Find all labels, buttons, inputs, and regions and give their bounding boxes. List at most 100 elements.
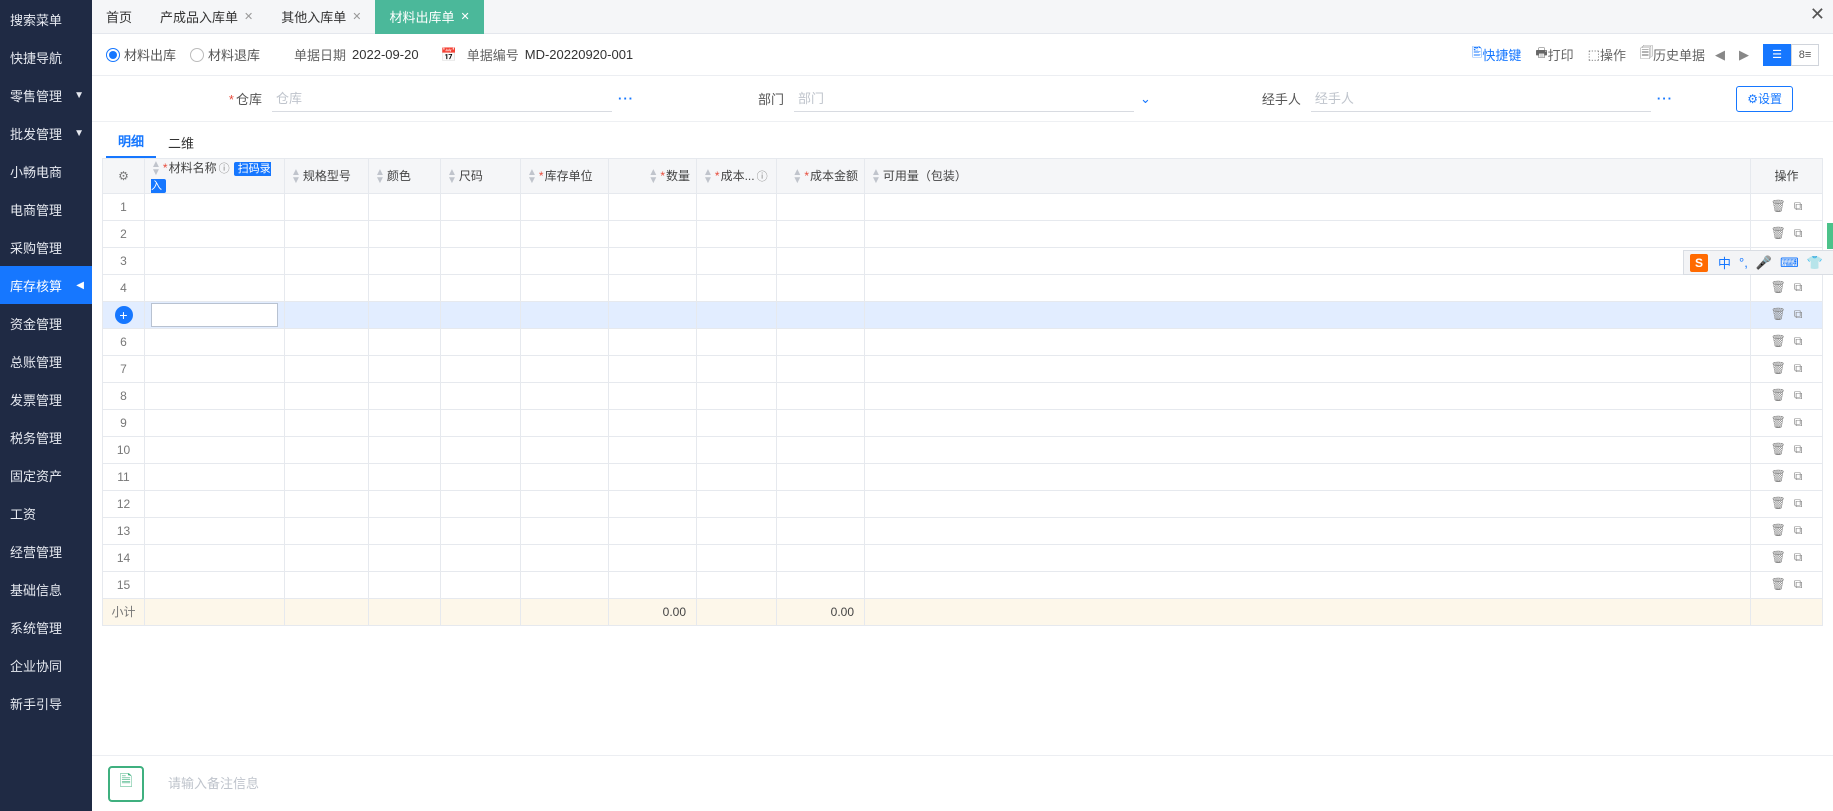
col-cost-amount[interactable]: ▲▼*成本金额 [777, 159, 865, 194]
insert-row-icon[interactable]: ⧉ [1794, 496, 1803, 511]
table-row[interactable]: 6🗑⧉ [103, 328, 1823, 355]
sidebar-item-6[interactable]: 采购管理 [0, 228, 92, 266]
insert-row-icon[interactable]: ⧉ [1794, 469, 1803, 484]
print-button[interactable]: 🖶 打印 [1535, 44, 1573, 66]
sidebar-item-13[interactable]: 工资 [0, 494, 92, 532]
insert-row-icon[interactable]: ⧉ [1794, 523, 1803, 538]
tab-close-icon[interactable]: ✕ [352, 10, 361, 23]
department-input[interactable] [794, 86, 1134, 112]
settings-button[interactable]: ⚙ 设置 [1736, 86, 1793, 112]
delete-row-icon[interactable]: 🗑 [1771, 280, 1786, 295]
operate-button[interactable]: ⬚ 操作 [1588, 45, 1626, 64]
float-handle[interactable] [1827, 223, 1833, 249]
delete-row-icon[interactable]: 🗑 [1771, 361, 1786, 376]
sidebar-item-10[interactable]: 发票管理 [0, 380, 92, 418]
insert-row-icon[interactable]: ⧉ [1794, 361, 1803, 376]
sidebar-item-7[interactable]: 库存核算◀ [0, 266, 92, 304]
table-row[interactable]: 10🗑⧉ [103, 436, 1823, 463]
view-list-icon[interactable]: ☰ [1763, 44, 1791, 66]
sidebar-item-17[interactable]: 企业协同 [0, 646, 92, 684]
delete-row-icon[interactable]: 🗑 [1771, 469, 1786, 484]
sidebar-item-14[interactable]: 经营管理 [0, 532, 92, 570]
warehouse-input[interactable] [272, 86, 612, 112]
sidebar-item-9[interactable]: 总账管理 [0, 342, 92, 380]
department-dropdown-icon[interactable]: ⌄ [1140, 91, 1151, 107]
sidebar-item-4[interactable]: 小畅电商 [0, 152, 92, 190]
delete-row-icon[interactable]: 🗑 [1771, 199, 1786, 214]
delete-row-icon[interactable]: 🗑 [1771, 577, 1786, 592]
col-available[interactable]: ▲▼可用量（包装） [865, 159, 1751, 194]
delete-row-icon[interactable]: 🗑 [1771, 334, 1786, 349]
warehouse-more-icon[interactable]: ··· [618, 91, 634, 106]
tab-2[interactable]: 其他入库单✕ [267, 0, 375, 34]
insert-row-icon[interactable]: ⧉ [1794, 388, 1803, 403]
tab-close-icon[interactable]: ✕ [244, 10, 253, 23]
pager-prev-icon[interactable]: ◀ [1711, 46, 1729, 64]
view-card-icon[interactable]: 8≡ [1791, 44, 1819, 66]
insert-row-icon[interactable]: ⧉ [1794, 307, 1803, 322]
note-icon[interactable]: 🗎 [108, 766, 144, 802]
delete-row-icon[interactable]: 🗑 [1771, 523, 1786, 538]
delete-row-icon[interactable]: 🗑 [1771, 307, 1786, 322]
table-row[interactable]: 1🗑⧉ [103, 193, 1823, 220]
insert-row-icon[interactable]: ⧉ [1794, 280, 1803, 295]
insert-row-icon[interactable]: ⧉ [1794, 415, 1803, 430]
ime-mic-icon[interactable]: 🎤 [1756, 255, 1772, 271]
table-row[interactable]: 7🗑⧉ [103, 355, 1823, 382]
col-cost[interactable]: ▲▼*成本...ⓘ [697, 159, 777, 194]
insert-row-icon[interactable]: ⧉ [1794, 199, 1803, 214]
table-row[interactable]: 11🗑⧉ [103, 463, 1823, 490]
insert-row-icon[interactable]: ⧉ [1794, 226, 1803, 241]
table-row[interactable]: 15🗑⧉ [103, 571, 1823, 598]
subtab-detail[interactable]: 明细 [106, 125, 156, 158]
sidebar-item-2[interactable]: 零售管理▼ [0, 76, 92, 114]
sidebar-item-12[interactable]: 固定资产 [0, 456, 92, 494]
table-row[interactable]: 8🗑⧉ [103, 382, 1823, 409]
delete-row-icon[interactable]: 🗑 [1771, 415, 1786, 430]
col-qty[interactable]: ▲▼*数量 [609, 159, 697, 194]
table-row[interactable]: 4🗑⧉ [103, 274, 1823, 301]
table-row[interactable]: 14🗑⧉ [103, 544, 1823, 571]
col-color[interactable]: ▲▼颜色 [369, 159, 441, 194]
delete-row-icon[interactable]: 🗑 [1771, 442, 1786, 457]
table-row[interactable]: 2🗑⧉ [103, 220, 1823, 247]
subtab-2d[interactable]: 二维 [156, 127, 206, 158]
sidebar-item-15[interactable]: 基础信息 [0, 570, 92, 608]
col-stock-unit[interactable]: ▲▼*库存单位 [521, 159, 609, 194]
tab-1[interactable]: 产成品入库单✕ [146, 0, 267, 34]
page-close-icon[interactable]: ✕ [1810, 4, 1825, 25]
radio-material-return[interactable]: 材料退库 [190, 45, 260, 64]
table-row[interactable]: + 🗑 ⧉ [103, 301, 1823, 328]
col-spec[interactable]: ▲▼规格型号 [285, 159, 369, 194]
tab-0[interactable]: 首页 [92, 0, 146, 34]
ime-toolbar[interactable]: S 中 °, 🎤 ⌨ 👕 [1683, 250, 1833, 275]
delete-row-icon[interactable]: 🗑 [1771, 226, 1786, 241]
ime-punct-icon[interactable]: °, [1739, 255, 1748, 270]
sidebar-item-5[interactable]: 电商管理 [0, 190, 92, 228]
table-row[interactable]: 12🗑⧉ [103, 490, 1823, 517]
doc-date-value[interactable]: 2022-09-20 [352, 47, 419, 62]
sidebar-item-3[interactable]: 批发管理▼ [0, 114, 92, 152]
calendar-icon[interactable]: 📅 [441, 47, 457, 63]
sidebar-item-11[interactable]: 税务管理 [0, 418, 92, 456]
handler-more-icon[interactable]: ··· [1657, 91, 1673, 106]
table-row[interactable]: 9🗑⧉ [103, 409, 1823, 436]
ime-keyboard-icon[interactable]: ⌨ [1780, 255, 1799, 271]
sidebar-item-1[interactable]: 快捷导航 [0, 38, 92, 76]
sidebar-item-0[interactable]: 搜索菜单 [0, 0, 92, 38]
sidebar-item-16[interactable]: 系统管理 [0, 608, 92, 646]
tab-close-icon[interactable]: ✕ [461, 10, 470, 23]
delete-row-icon[interactable]: 🗑 [1771, 550, 1786, 565]
settings-col-icon[interactable]: ⚙ [103, 159, 145, 194]
material-name-input[interactable] [151, 303, 278, 327]
pager-next-icon[interactable]: ▶ [1735, 46, 1753, 64]
add-row-icon[interactable]: + [115, 306, 133, 324]
radio-material-out[interactable]: 材料出库 [106, 45, 176, 64]
remark-input[interactable] [168, 776, 1817, 791]
delete-row-icon[interactable]: 🗑 [1771, 496, 1786, 511]
col-size[interactable]: ▲▼尺码 [441, 159, 521, 194]
ime-skin-icon[interactable]: 👕 [1807, 255, 1823, 271]
table-row[interactable]: 13🗑⧉ [103, 517, 1823, 544]
delete-row-icon[interactable]: 🗑 [1771, 388, 1786, 403]
history-button[interactable]: 🗐 历史单据 [1640, 44, 1705, 66]
